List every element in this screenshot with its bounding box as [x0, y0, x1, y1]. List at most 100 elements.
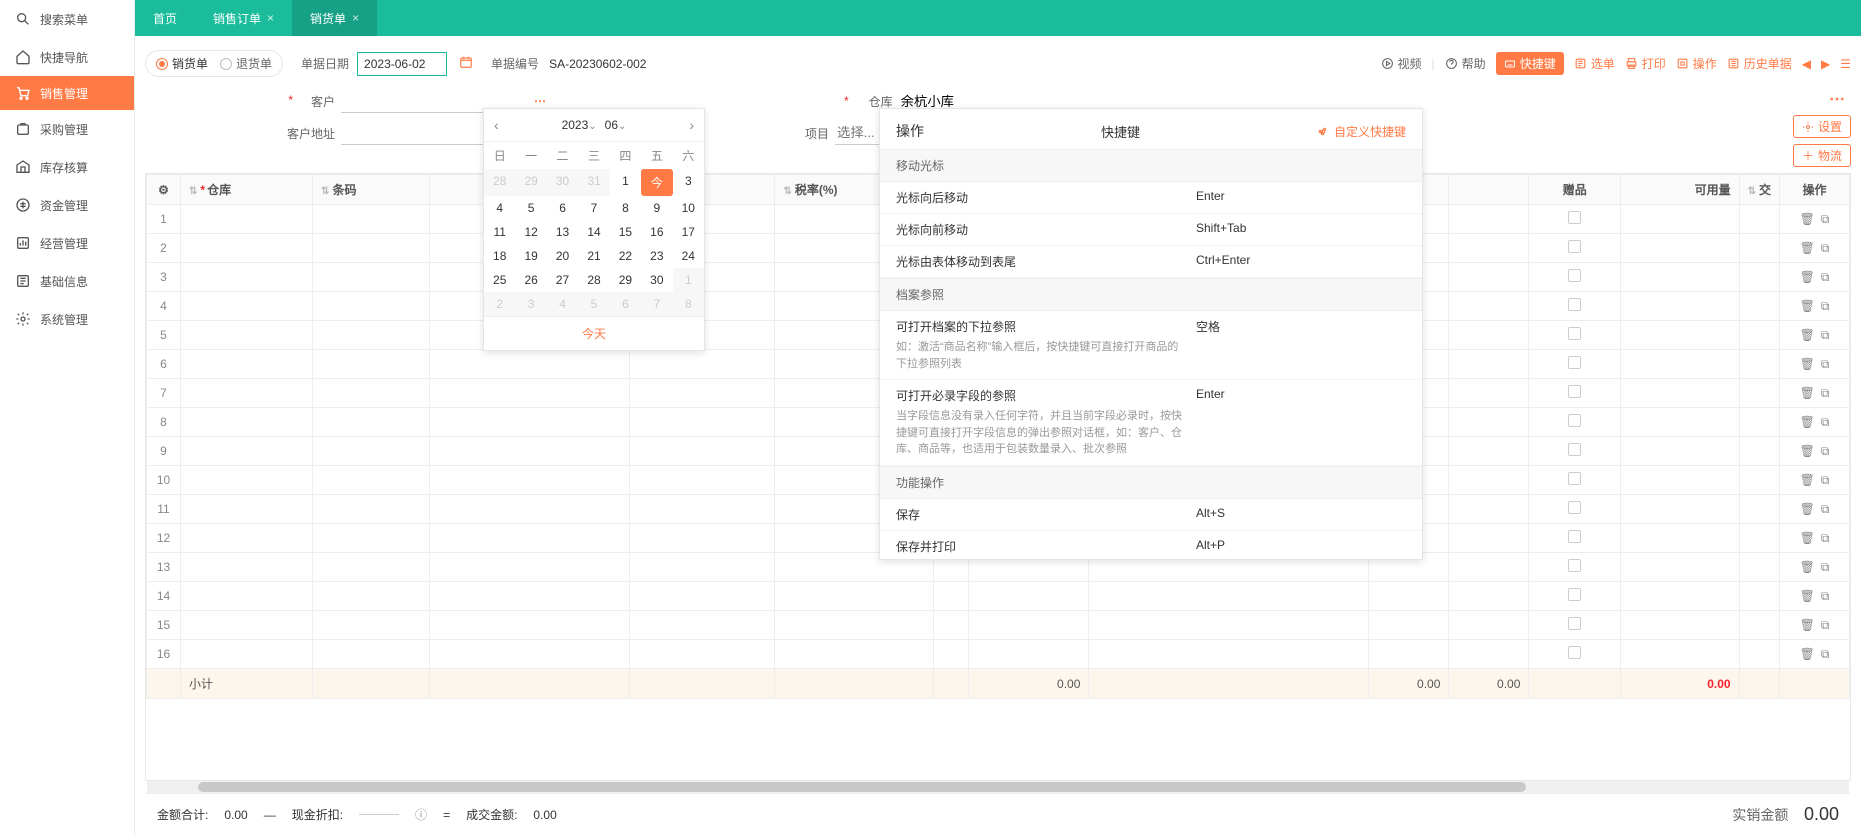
gift-checkbox[interactable]	[1568, 356, 1581, 369]
gift-checkbox[interactable]	[1568, 414, 1581, 427]
help-icon[interactable]: ⓘ	[415, 806, 427, 823]
radio-return[interactable]: 退货单	[220, 55, 272, 72]
close-icon[interactable]: ×	[352, 11, 359, 25]
delete-icon[interactable]: 🗑	[1800, 328, 1815, 342]
shortcut-button[interactable]: 快捷键	[1496, 52, 1564, 75]
cal-today-button[interactable]: 今天	[484, 316, 704, 350]
delete-icon[interactable]: 🗑	[1800, 560, 1815, 574]
cal-day[interactable]: 29	[515, 169, 546, 196]
delete-icon[interactable]: 🗑	[1800, 212, 1815, 226]
copy-icon[interactable]: ⧉	[1821, 647, 1830, 661]
cal-day[interactable]: 27	[547, 268, 578, 292]
cal-year[interactable]: 2023⌄	[562, 118, 597, 132]
delete-icon[interactable]: 🗑	[1800, 270, 1815, 284]
logistics-button[interactable]: ＋物流	[1793, 144, 1851, 167]
discount-input[interactable]	[359, 814, 399, 815]
history-link[interactable]: 历史单据	[1727, 55, 1792, 72]
cal-day[interactable]: 16	[641, 220, 672, 244]
gift-checkbox[interactable]	[1568, 327, 1581, 340]
col-warehouse[interactable]: ⇅*仓库	[181, 175, 313, 205]
cal-day[interactable]: 30	[547, 169, 578, 196]
delete-icon[interactable]: 🗑	[1800, 589, 1815, 603]
cal-day[interactable]: 1	[610, 169, 641, 196]
cal-day[interactable]: 2	[484, 292, 515, 316]
close-icon[interactable]: ×	[267, 11, 274, 25]
menu-icon[interactable]: ☰	[1840, 57, 1851, 71]
gift-checkbox[interactable]	[1568, 211, 1581, 224]
cal-day[interactable]: 6	[610, 292, 641, 316]
print-link[interactable]: 打印	[1625, 55, 1666, 72]
delete-icon[interactable]: 🗑	[1800, 386, 1815, 400]
sidebar-item-sales[interactable]: 销售管理	[0, 76, 134, 110]
copy-icon[interactable]: ⧉	[1821, 618, 1830, 632]
copy-icon[interactable]: ⧉	[1821, 531, 1830, 545]
sidebar-item-purchase[interactable]: 采购管理	[0, 110, 134, 148]
gift-checkbox[interactable]	[1568, 443, 1581, 456]
more-icon[interactable]: ⋯	[1823, 89, 1851, 109]
copy-icon[interactable]: ⧉	[1821, 415, 1830, 429]
gear-header[interactable]: ⚙	[147, 175, 181, 205]
delete-icon[interactable]: 🗑	[1800, 618, 1815, 632]
delete-icon[interactable]: 🗑	[1800, 299, 1815, 313]
gift-checkbox[interactable]	[1568, 240, 1581, 253]
col-gift[interactable]: 赠品	[1529, 175, 1621, 205]
gift-checkbox[interactable]	[1568, 298, 1581, 311]
gift-checkbox[interactable]	[1568, 588, 1581, 601]
gift-checkbox[interactable]	[1568, 472, 1581, 485]
cal-day[interactable]: 18	[484, 244, 515, 268]
prev-icon[interactable]: ◀	[1802, 57, 1811, 71]
delete-icon[interactable]: 🗑	[1800, 415, 1815, 429]
cal-day[interactable]: 8	[610, 196, 641, 220]
gift-checkbox[interactable]	[1568, 617, 1581, 630]
col-avail[interactable]: 可用量	[1621, 175, 1740, 205]
cal-day[interactable]: 13	[547, 220, 578, 244]
cal-day[interactable]: 14	[578, 220, 609, 244]
sidebar-item-nav[interactable]: 快捷导航	[0, 38, 134, 76]
copy-icon[interactable]: ⧉	[1821, 357, 1830, 371]
copy-icon[interactable]: ⧉	[1821, 299, 1830, 313]
cal-day[interactable]: 5	[515, 196, 546, 220]
gift-checkbox[interactable]	[1568, 385, 1581, 398]
copy-icon[interactable]: ⧉	[1821, 328, 1830, 342]
cal-day[interactable]: 12	[515, 220, 546, 244]
copy-icon[interactable]: ⧉	[1821, 502, 1830, 516]
cal-day[interactable]: 8	[673, 292, 704, 316]
sidebar-item-info[interactable]: 基础信息	[0, 262, 134, 300]
tab-home[interactable]: 首页	[135, 0, 195, 36]
cal-day[interactable]: 6	[547, 196, 578, 220]
cal-day[interactable]: 26	[515, 268, 546, 292]
sidebar-item-inventory[interactable]: 库存核算	[0, 148, 134, 186]
copy-icon[interactable]: ⧉	[1821, 386, 1830, 400]
cal-day[interactable]: 29	[610, 268, 641, 292]
copy-icon[interactable]: ⧉	[1821, 444, 1830, 458]
horizontal-scrollbar[interactable]	[147, 781, 1849, 793]
copy-icon[interactable]: ⧉	[1821, 560, 1830, 574]
cal-day[interactable]: 25	[484, 268, 515, 292]
delete-icon[interactable]: 🗑	[1800, 241, 1815, 255]
copy-icon[interactable]: ⧉	[1821, 212, 1830, 226]
sidebar-item-search[interactable]: 搜索菜单	[0, 0, 134, 38]
delete-icon[interactable]: 🗑	[1800, 444, 1815, 458]
operate-link[interactable]: 操作	[1676, 55, 1717, 72]
cal-day[interactable]: 3	[673, 169, 704, 196]
tab-sales-order[interactable]: 销售订单×	[195, 0, 292, 36]
cal-day[interactable]: 今	[641, 169, 672, 196]
gift-checkbox[interactable]	[1568, 501, 1581, 514]
sidebar-item-management[interactable]: 经营管理	[0, 224, 134, 262]
delete-icon[interactable]: 🗑	[1800, 473, 1815, 487]
cal-day[interactable]: 28	[484, 169, 515, 196]
col-deliver[interactable]: ⇅交	[1739, 175, 1779, 205]
next-icon[interactable]: ▶	[1821, 57, 1830, 71]
select-link[interactable]: 选单	[1574, 55, 1615, 72]
cal-next-icon[interactable]: ›	[689, 117, 694, 133]
radio-sales[interactable]: 销货单	[156, 55, 208, 72]
calendar-icon[interactable]	[459, 55, 473, 72]
gift-checkbox[interactable]	[1568, 530, 1581, 543]
cal-day[interactable]: 4	[547, 292, 578, 316]
doc-date-input[interactable]: 2023-06-02	[357, 52, 447, 76]
cal-month[interactable]: 06⌄	[605, 118, 627, 132]
video-link[interactable]: 视频	[1381, 55, 1422, 72]
cal-day[interactable]: 3	[515, 292, 546, 316]
cal-day[interactable]: 19	[515, 244, 546, 268]
cal-day[interactable]: 5	[578, 292, 609, 316]
